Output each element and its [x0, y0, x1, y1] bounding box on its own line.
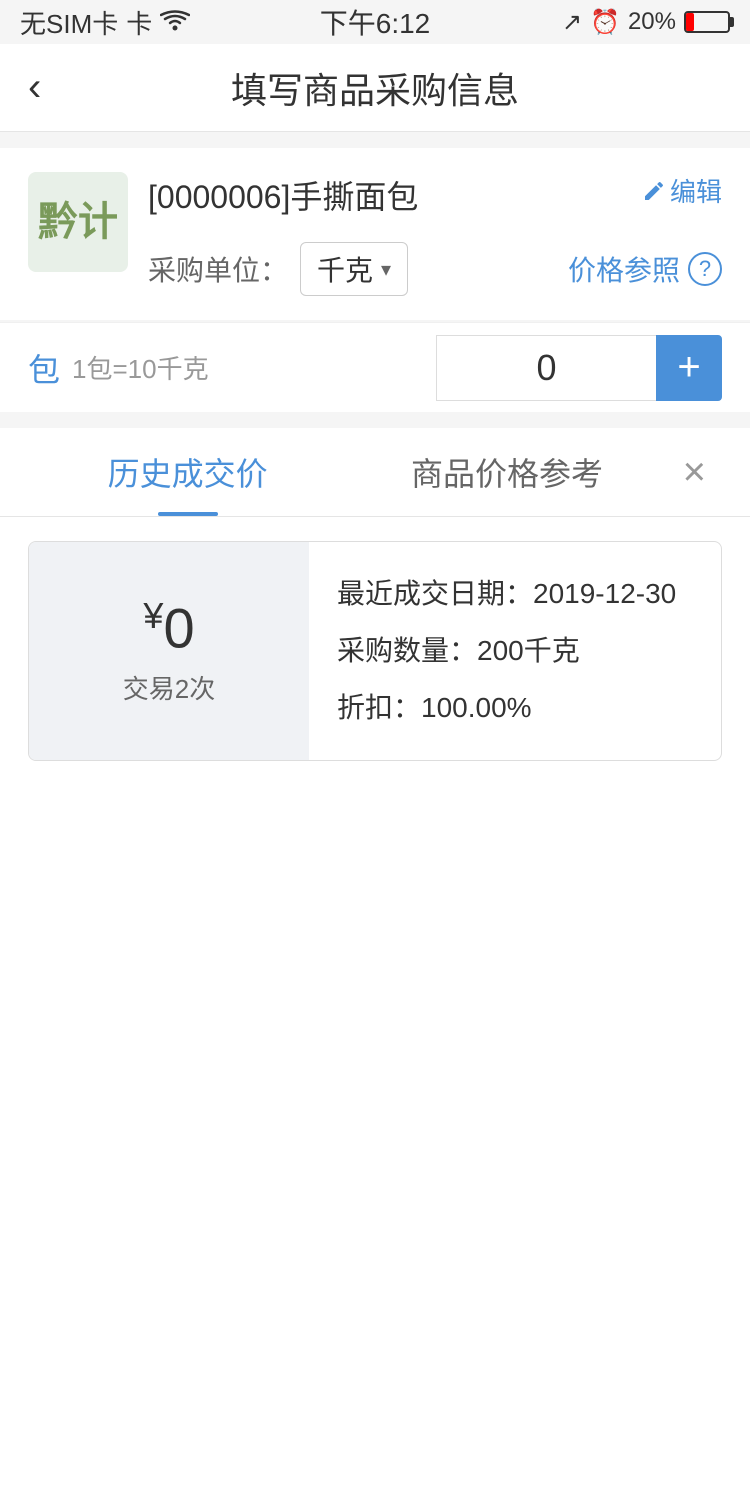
edit-button[interactable]: 编辑: [642, 172, 722, 209]
unit-info: 包 1包=10千克: [28, 345, 209, 391]
transaction-price: ¥0: [143, 595, 194, 661]
tab-price-ref[interactable]: 商品价格参考: [347, 428, 666, 516]
status-left: 无SIM卡 卡: [20, 4, 190, 41]
product-logo: 黔计: [38, 202, 118, 242]
quantity-row: 包 1包=10千克 0 +: [0, 322, 750, 412]
location-icon: ↗: [562, 8, 582, 37]
tabs-row: 历史成交价 商品价格参考 ×: [0, 428, 750, 516]
quantity-input[interactable]: 0: [436, 335, 656, 401]
transaction-price-panel: ¥0 交易2次: [29, 542, 309, 760]
battery-pct: 20%: [628, 8, 676, 36]
status-time: 下午6:12: [320, 2, 431, 42]
alarm-icon: ⏰: [590, 8, 620, 37]
tab-close-button[interactable]: ×: [667, 450, 722, 495]
transaction-details: 最近成交日期：2019-12-30 采购数量：200千克 折扣：100.00%: [309, 542, 721, 760]
back-button[interactable]: ‹: [28, 65, 41, 110]
price-ref-icon: ?: [688, 252, 722, 286]
product-top-row: [0000006]手撕面包 编辑: [148, 172, 722, 218]
tab-history-price[interactable]: 历史成交价: [28, 428, 347, 516]
transaction-card: ¥0 交易2次 最近成交日期：2019-12-30 采购数量：200千克 折扣：…: [28, 541, 722, 761]
carrier-text: 无SIM卡: [20, 4, 118, 41]
tx-quantity-row: 采购数量：200千克: [337, 631, 693, 670]
product-info: [0000006]手撕面包 编辑 采购单位： 千克 ▾: [148, 172, 722, 296]
content-area: ¥0 交易2次 最近成交日期：2019-12-30 采购数量：200千克 折扣：…: [0, 517, 750, 785]
transaction-count: 交易2次: [123, 669, 215, 706]
product-image: 黔计: [28, 172, 128, 272]
unit-conversion: 1包=10千克: [72, 349, 209, 386]
tab2-label: 商品价格参考: [411, 449, 603, 495]
battery-icon: [684, 11, 730, 33]
unit-badge: 包: [28, 345, 60, 391]
product-header: 黔计 [0000006]手撕面包 编辑 采购单位： 千克: [28, 172, 722, 296]
nav-bar: ‹ 填写商品采购信息: [0, 44, 750, 132]
dropdown-arrow-icon: ▾: [381, 257, 391, 282]
bottom-area: [0, 785, 750, 1485]
tab-underline: [158, 512, 218, 516]
price-ref-button[interactable]: 价格参照 ?: [568, 249, 722, 289]
product-card: 黔计 [0000006]手撕面包 编辑 采购单位： 千克: [0, 148, 750, 320]
status-bar: 无SIM卡 卡 下午6:12 ↗ ⏰ 20%: [0, 0, 750, 44]
wifi-icon: [160, 7, 190, 38]
sim-card-icon: 卡: [126, 4, 152, 41]
tx-date-row: 最近成交日期：2019-12-30: [337, 574, 693, 613]
status-right: ↗ ⏰ 20%: [562, 8, 730, 37]
quantity-plus-button[interactable]: +: [656, 335, 722, 401]
unit-dropdown[interactable]: 千克 ▾: [300, 242, 408, 296]
tx-discount-row: 折扣：100.00%: [337, 688, 693, 727]
price-symbol: ¥: [143, 595, 163, 636]
page-title: 填写商品采购信息: [231, 62, 519, 114]
tab1-label: 历史成交价: [108, 449, 268, 495]
product-unit-row: 采购单位： 千克 ▾ 价格参照 ?: [148, 242, 722, 296]
product-name: [0000006]手撕面包: [148, 172, 418, 218]
quantity-control: 0 +: [436, 335, 722, 401]
tabs-container: 历史成交价 商品价格参考 ×: [0, 428, 750, 517]
unit-label: 采购单位：: [148, 249, 288, 289]
